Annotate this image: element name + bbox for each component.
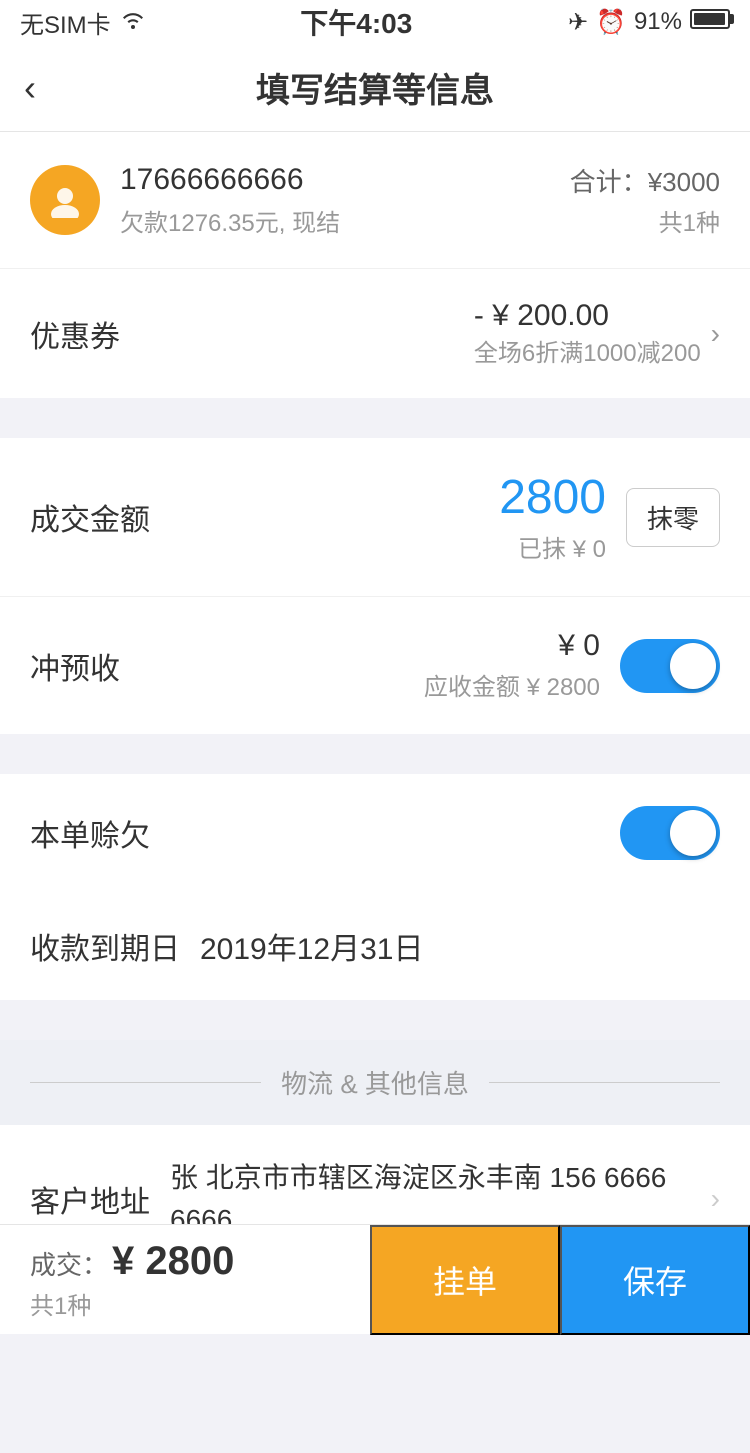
alarm-icon: ⏰ <box>596 8 626 37</box>
round-zero-button[interactable]: 抹零 <box>626 488 720 547</box>
logistics-label: 物流 & 其他信息 <box>281 1064 469 1101</box>
location-icon: ✈ <box>568 8 588 37</box>
avatar <box>30 165 100 235</box>
status-bar: 无SIM卡 下午4:03 ✈ ⏰ 91% <box>0 0 750 44</box>
coupon-arrow-icon: › <box>711 318 720 350</box>
bottom-deal-label: 成交： <box>30 1245 108 1282</box>
debt-label: 本单赊欠 <box>30 811 150 855</box>
precharge-top: 冲预收 ¥ 0 应收金额 ¥ 2800 <box>30 629 720 702</box>
debt-toggle[interactable] <box>620 806 720 860</box>
coupon-row[interactable]: 优惠券 - ¥ 200.00 全场6折满1000减200 › <box>0 269 750 398</box>
bottom-deal-count: 共1种 <box>30 1286 340 1321</box>
address-arrow-icon: › <box>711 1183 720 1215</box>
page-title: 填写结算等信息 <box>256 63 494 112</box>
total-count: 共1种 <box>570 203 720 238</box>
debt-row: 本单赊欠 <box>0 774 750 892</box>
user-subtext: 欠款1276.35元, 现结 <box>120 203 340 238</box>
battery-percent: 91% <box>634 8 682 36</box>
pending-button[interactable]: 挂单 <box>370 1225 560 1335</box>
precharge-receivable: 应收金额 ¥ 2800 <box>424 667 600 702</box>
transaction-label: 成交金额 <box>30 495 150 539</box>
user-info-card: 17666666666 欠款1276.35元, 现结 合计：¥3000 共1种 … <box>0 132 750 398</box>
due-date-label: 收款到期日 <box>30 924 180 968</box>
transaction-subtext: 已抹 ¥ 0 <box>499 529 606 564</box>
date-row: 收款到期日 2019年12月31日 <box>0 892 750 1000</box>
user-row: 17666666666 欠款1276.35元, 现结 合计：¥3000 共1种 <box>0 132 750 269</box>
total-label: 合计：¥3000 <box>570 162 720 199</box>
battery-icon <box>690 8 730 36</box>
transaction-row: 成交金额 2800 已抹 ¥ 0 抹零 <box>0 438 750 597</box>
status-time: 下午4:03 <box>300 2 412 42</box>
precharge-amount: ¥ 0 <box>424 629 600 663</box>
coupon-desc: 全场6折满1000减200 <box>474 333 701 368</box>
logistics-line-left <box>30 1082 261 1083</box>
address-label: 客户地址 <box>30 1177 150 1221</box>
status-left: 无SIM卡 <box>20 5 145 40</box>
precharge-right: ¥ 0 应收金额 ¥ 2800 <box>424 629 720 702</box>
bottom-deal-row: 成交： ¥ 2800 <box>30 1239 340 1284</box>
user-total: 合计：¥3000 共1种 <box>570 162 720 238</box>
due-date-value: 2019年12月31日 <box>200 924 423 968</box>
section-divider-2 <box>0 754 750 774</box>
save-button[interactable]: 保存 <box>560 1225 750 1335</box>
coupon-amount: - ¥ 200.00 <box>474 299 701 333</box>
coupon-label: 优惠券 <box>30 312 120 356</box>
transaction-card: 成交金额 2800 已抹 ¥ 0 抹零 冲预收 ¥ 0 应收金额 ¥ 2800 <box>0 438 750 734</box>
status-right: ✈ ⏰ 91% <box>568 8 730 37</box>
section-divider-1 <box>0 418 750 438</box>
back-button[interactable]: ‹ <box>24 67 36 109</box>
transaction-amount: 2800 <box>499 471 606 524</box>
transaction-right: 2800 已抹 ¥ 0 抹零 <box>499 470 720 564</box>
precharge-toggle[interactable] <box>620 639 720 693</box>
signal-text: 无SIM卡 <box>20 5 111 40</box>
coupon-right: - ¥ 200.00 全场6折满1000减200 › <box>474 299 720 368</box>
user-info: 17666666666 欠款1276.35元, 现结 <box>120 163 340 238</box>
nav-bar: ‹ 填写结算等信息 <box>0 44 750 132</box>
precharge-values: ¥ 0 应收金额 ¥ 2800 <box>424 629 600 702</box>
bottom-info: 成交： ¥ 2800 共1种 <box>0 1239 370 1321</box>
toggle-knob <box>670 643 716 689</box>
user-phone: 17666666666 <box>120 163 340 197</box>
logistics-line-right <box>489 1082 720 1083</box>
precharge-row: 冲预收 ¥ 0 应收金额 ¥ 2800 <box>0 597 750 734</box>
section-divider-3 <box>0 1020 750 1040</box>
precharge-label: 冲预收 <box>30 644 120 688</box>
user-left: 17666666666 欠款1276.35元, 现结 <box>30 163 340 238</box>
bottom-deal-amount: ¥ 2800 <box>112 1239 234 1284</box>
bottom-bar: 成交： ¥ 2800 共1种 挂单 保存 <box>0 1224 750 1334</box>
debt-card: 本单赊欠 收款到期日 2019年12月31日 <box>0 774 750 1000</box>
debt-toggle-knob <box>670 810 716 856</box>
wifi-icon <box>121 8 145 36</box>
logistics-divider: 物流 & 其他信息 <box>0 1040 750 1125</box>
